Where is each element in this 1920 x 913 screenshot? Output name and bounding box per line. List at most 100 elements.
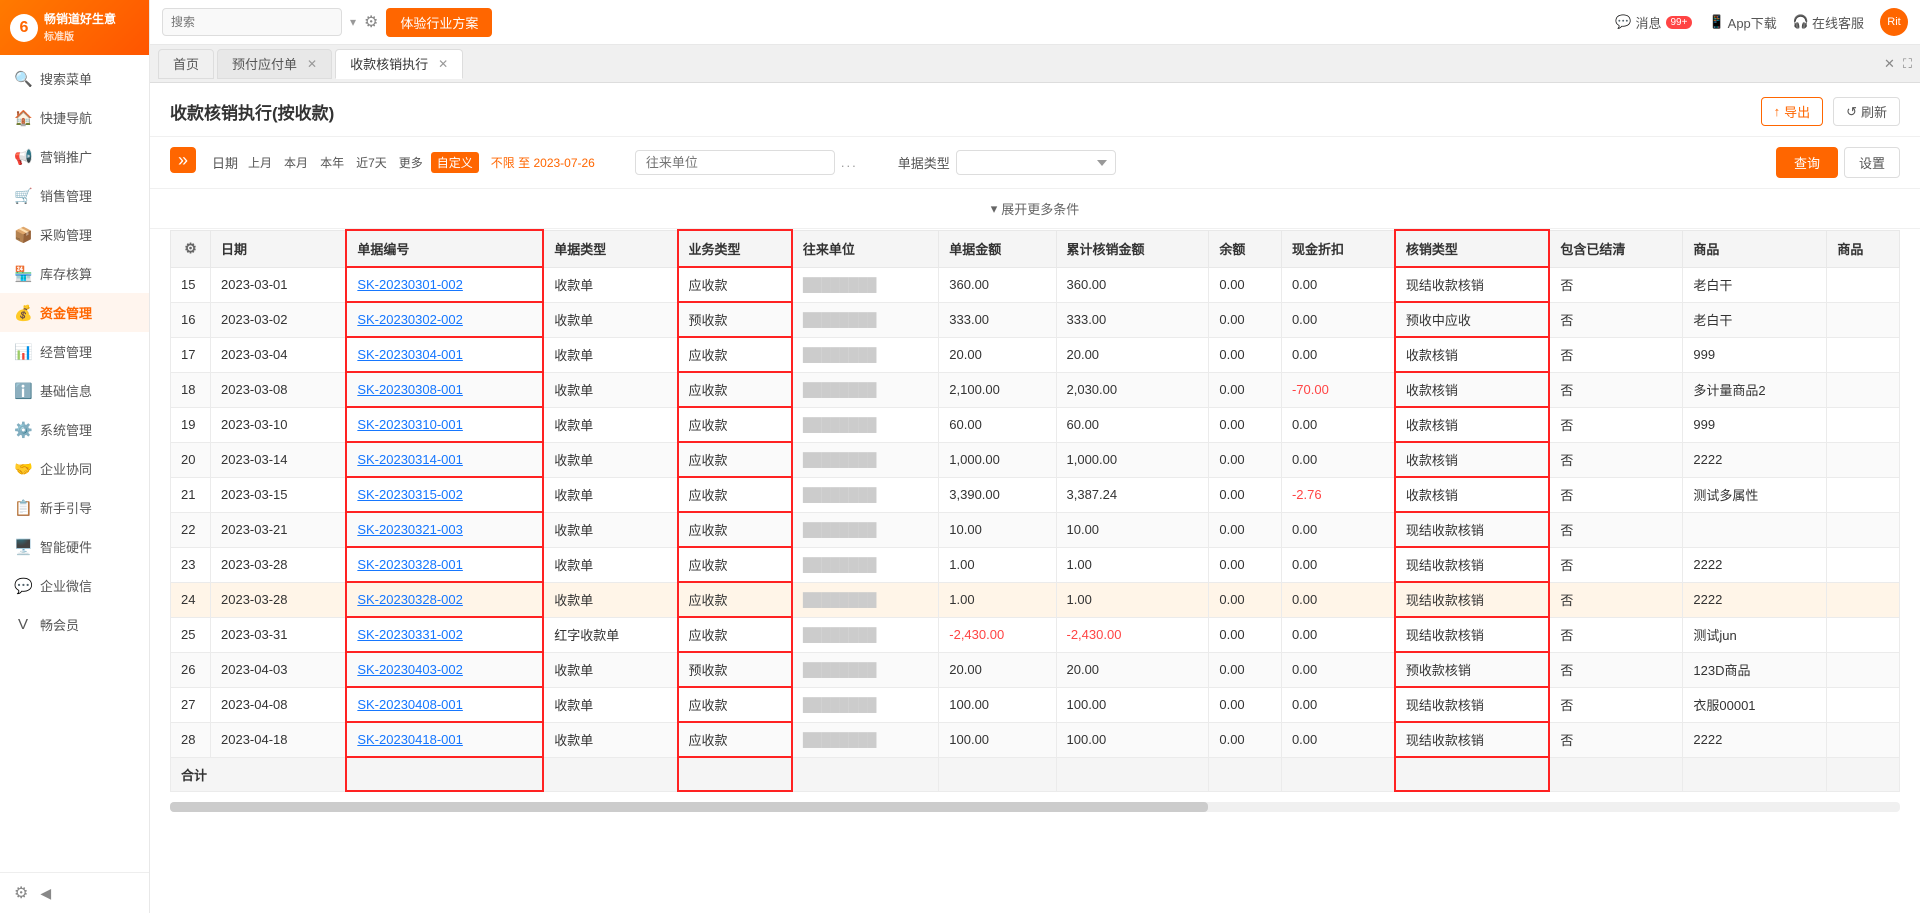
table-row[interactable]: 21 2023-03-15 SK-20230315-002 收款单 应收款 ██…	[171, 477, 1900, 512]
cell-goods2-9	[1827, 582, 1900, 617]
cell-doc-no-1[interactable]: SK-20230302-002	[346, 302, 543, 337]
last-7days-link[interactable]: 近7天	[352, 152, 391, 173]
cell-date-4: 2023-03-10	[211, 407, 347, 442]
cell-doc-no-5[interactable]: SK-20230314-001	[346, 442, 543, 477]
cell-doc-no-7[interactable]: SK-20230321-003	[346, 512, 543, 547]
sidebar-item-库存核算[interactable]: 🏪库存核算	[0, 254, 149, 293]
topbar: ▾ ⚙ 体验行业方案 💬 消息 99+ 📱 App下载 🎧 在线客服 Rit	[150, 0, 1920, 45]
cell-biz-type-4: 应收款	[678, 407, 792, 442]
filter-settings-button[interactable]: 设置	[1844, 147, 1900, 178]
sidebar-item-搜索菜单[interactable]: 🔍搜索菜单	[0, 59, 149, 98]
cell-doc-no-4[interactable]: SK-20230310-001	[346, 407, 543, 442]
expand-more-button[interactable]: ▾ 展开更多条件	[991, 195, 1080, 222]
message-icon: 💬	[1615, 14, 1631, 30]
maximize-icon[interactable]: ⛶	[1903, 56, 1912, 72]
th-settings[interactable]: ⚙	[171, 230, 211, 267]
sidebar-item-畅会员[interactable]: V畅会员	[0, 605, 149, 644]
sidebar-item-基础信息[interactable]: ℹ️基础信息	[0, 371, 149, 410]
horizontal-scrollbar[interactable]	[170, 802, 1900, 812]
cell-date-12: 2023-04-08	[211, 687, 347, 722]
cell-doc-no-9[interactable]: SK-20230328-002	[346, 582, 543, 617]
filter-toggle-button[interactable]: »	[170, 147, 196, 173]
scroll-thumb[interactable]	[170, 802, 1208, 812]
cell-doc-no-6[interactable]: SK-20230315-002	[346, 477, 543, 512]
table-row[interactable]: 20 2023-03-14 SK-20230314-001 收款单 应收款 ██…	[171, 442, 1900, 477]
cell-goods2-6	[1827, 477, 1900, 512]
doc-type-select[interactable]: 收款单 红字收款单	[956, 150, 1116, 175]
cell-write-off-type-9: 现结收款核销	[1395, 582, 1549, 617]
sidebar-item-企业协同[interactable]: 🤝企业协同	[0, 449, 149, 488]
table-row[interactable]: 18 2023-03-08 SK-20230308-001 收款单 应收款 ██…	[171, 372, 1900, 407]
gear-icon[interactable]: ⚙	[364, 12, 378, 32]
sidebar-item-销售管理[interactable]: 🛒销售管理	[0, 176, 149, 215]
tab-payable[interactable]: 预付应付单 ✕	[217, 49, 332, 79]
table-row[interactable]: 15 2023-03-01 SK-20230301-002 收款单 应收款 ██…	[171, 267, 1900, 302]
cell-num-4: 19	[171, 407, 211, 442]
cell-doc-no-12[interactable]: SK-20230408-001	[346, 687, 543, 722]
sidebar-footer: ⚙ ◀	[0, 872, 149, 913]
query-button[interactable]: 查询	[1776, 147, 1838, 178]
table-container: ⚙ 日期 单据编号 单据类型 业务类型 往来单位 单据金额 累计核销金额 余额 …	[150, 229, 1920, 802]
cell-write-off-type-13: 现结收款核销	[1395, 722, 1549, 757]
table-row[interactable]: 17 2023-03-04 SK-20230304-001 收款单 应收款 ██…	[171, 337, 1900, 372]
sidebar-item-采购管理[interactable]: 📦采购管理	[0, 215, 149, 254]
collapse-icon[interactable]: ◀	[40, 885, 51, 902]
cell-goods2-3	[1827, 372, 1900, 407]
tab-home[interactable]: 首页	[158, 49, 214, 79]
table-row[interactable]: 26 2023-04-03 SK-20230403-002 收款单 预收款 ██…	[171, 652, 1900, 687]
sidebar-item-快捷导航[interactable]: 🏠快捷导航	[0, 98, 149, 137]
tab-write-off-close[interactable]: ✕	[438, 57, 448, 71]
cell-doc-no-10[interactable]: SK-20230331-002	[346, 617, 543, 652]
cell-biz-type-1: 预收款	[678, 302, 792, 337]
cell-written-off-5: 1,000.00	[1056, 442, 1209, 477]
cell-doc-no-3[interactable]: SK-20230308-001	[346, 372, 543, 407]
messages-button[interactable]: 💬 消息 99+	[1615, 13, 1692, 32]
this-month-link[interactable]: 本月	[280, 152, 312, 173]
cell-balance-4: 0.00	[1209, 407, 1282, 442]
sidebar-item-企业微信[interactable]: 💬企业微信	[0, 566, 149, 605]
last-month-link[interactable]: 上月	[244, 152, 276, 173]
th-date: 日期	[211, 230, 347, 267]
export-button[interactable]: ↑ 导出	[1761, 97, 1824, 126]
table-row[interactable]: 27 2023-04-08 SK-20230408-001 收款单 应收款 ██…	[171, 687, 1900, 722]
app-download-link[interactable]: 📱 App下载	[1708, 13, 1776, 32]
table-row[interactable]: 22 2023-03-21 SK-20230321-003 收款单 应收款 ██…	[171, 512, 1900, 547]
user-avatar[interactable]: Rit	[1880, 8, 1908, 36]
close-tab-icon[interactable]: ✕	[1884, 56, 1895, 72]
global-search-input[interactable]	[162, 8, 342, 36]
cell-goods-9: 2222	[1683, 582, 1827, 617]
table-row[interactable]: 28 2023-04-18 SK-20230418-001 收款单 应收款 ██…	[171, 722, 1900, 757]
cell-cash-discount-1: 0.00	[1281, 302, 1394, 337]
table-row[interactable]: 16 2023-03-02 SK-20230302-002 收款单 预收款 ██…	[171, 302, 1900, 337]
settings-footer-icon[interactable]: ⚙	[14, 883, 28, 903]
table-row[interactable]: 24 2023-03-28 SK-20230328-002 收款单 应收款 ██…	[171, 582, 1900, 617]
sidebar-item-系统管理[interactable]: ⚙️系统管理	[0, 410, 149, 449]
cell-biz-type-10: 应收款	[678, 617, 792, 652]
cell-doc-no-0[interactable]: SK-20230301-002	[346, 267, 543, 302]
tab-payable-close[interactable]: ✕	[307, 57, 317, 71]
sidebar-item-营销推广[interactable]: 📢营销推广	[0, 137, 149, 176]
th-include-settled: 包含已结清	[1549, 230, 1683, 267]
cell-doc-no-13[interactable]: SK-20230418-001	[346, 722, 543, 757]
partner-input[interactable]	[635, 150, 835, 175]
more-date-link[interactable]: 更多	[395, 152, 427, 173]
sidebar-item-经营管理[interactable]: 📊经营管理	[0, 332, 149, 371]
column-settings-icon[interactable]: ⚙	[184, 240, 197, 256]
cell-date-2: 2023-03-04	[211, 337, 347, 372]
sidebar-item-资金管理[interactable]: 💰资金管理	[0, 293, 149, 332]
sidebar-item-智能硬件[interactable]: 🖥️智能硬件	[0, 527, 149, 566]
tab-write-off[interactable]: 收款核销执行 ✕	[335, 49, 463, 79]
solution-button[interactable]: 体验行业方案	[386, 8, 492, 37]
custom-date-link[interactable]: 自定义	[431, 152, 479, 173]
table-row[interactable]: 23 2023-03-28 SK-20230328-001 收款单 应收款 ██…	[171, 547, 1900, 582]
table-row[interactable]: 19 2023-03-10 SK-20230310-001 收款单 应收款 ██…	[171, 407, 1900, 442]
table-row[interactable]: 25 2023-03-31 SK-20230331-002 红字收款单 应收款 …	[171, 617, 1900, 652]
sidebar-item-新手引导[interactable]: 📋新手引导	[0, 488, 149, 527]
cell-doc-no-11[interactable]: SK-20230403-002	[346, 652, 543, 687]
cell-doc-no-8[interactable]: SK-20230328-001	[346, 547, 543, 582]
cell-partner-12: ████████	[792, 687, 939, 722]
online-service-link[interactable]: 🎧 在线客服	[1793, 13, 1864, 32]
this-year-link[interactable]: 本年	[316, 152, 348, 173]
cell-doc-no-2[interactable]: SK-20230304-001	[346, 337, 543, 372]
refresh-button[interactable]: ↺ 刷新	[1833, 97, 1900, 126]
